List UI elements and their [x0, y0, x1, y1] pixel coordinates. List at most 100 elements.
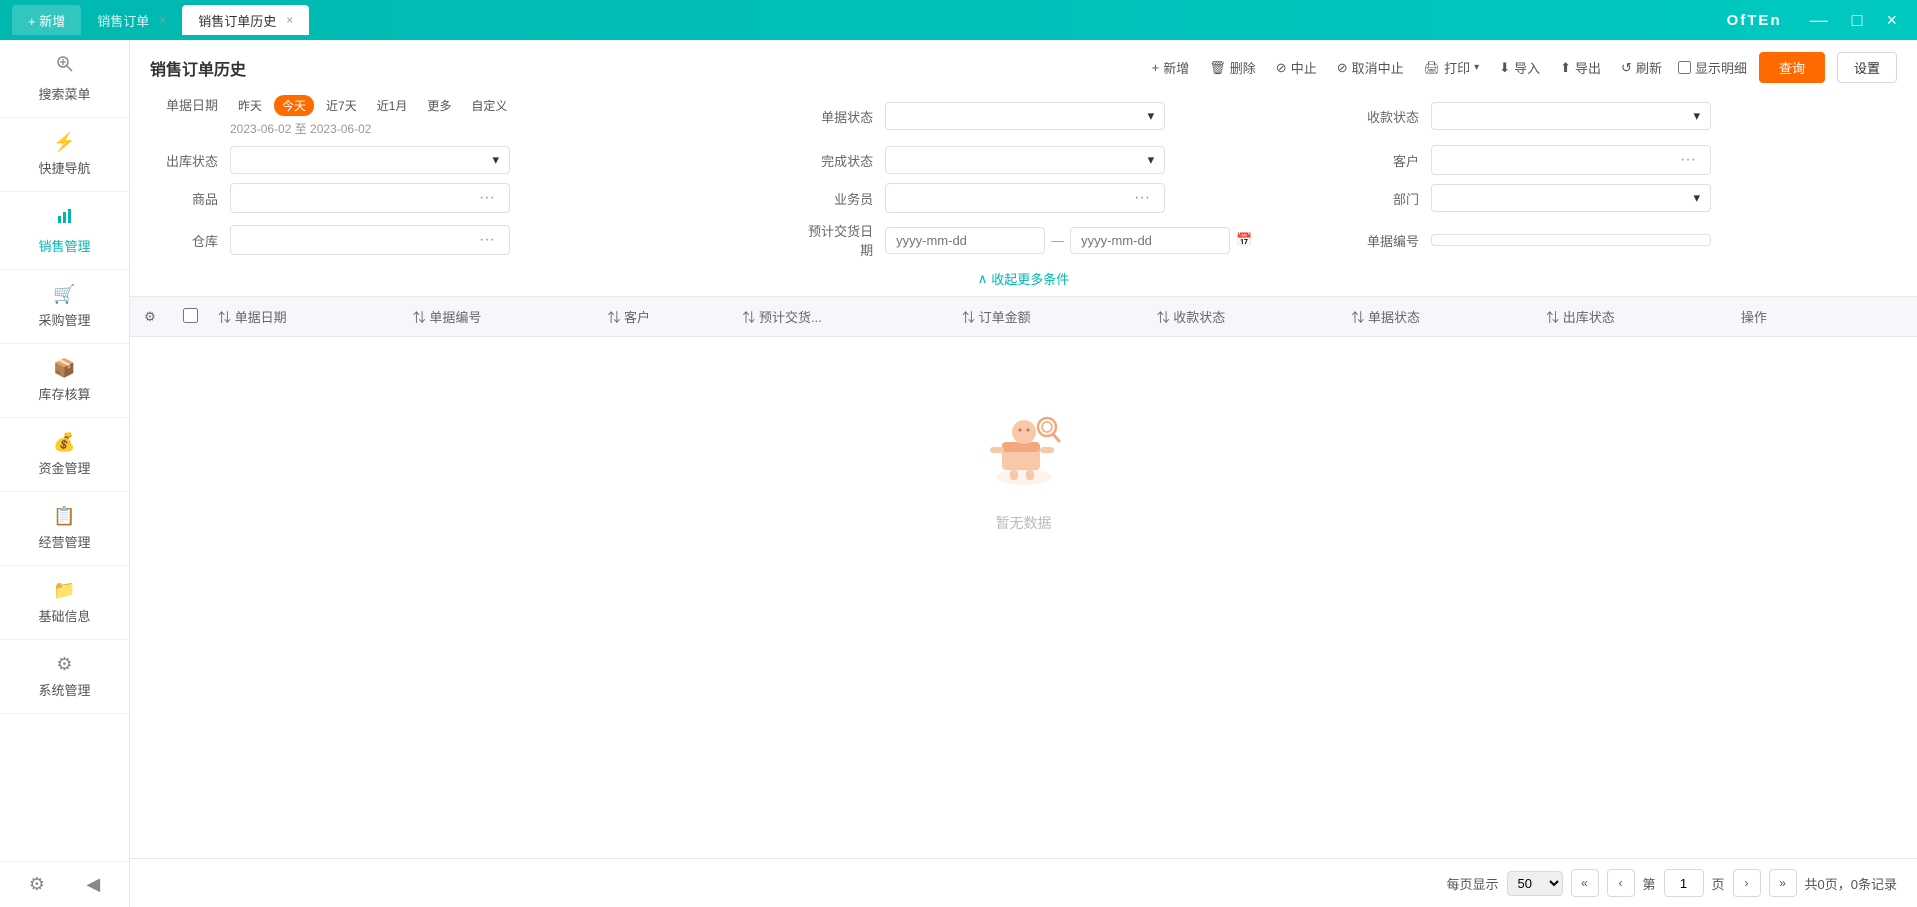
table-settings-icon[interactable]: ⚙ [144, 309, 156, 324]
refresh-btn[interactable]: ↺ 刷新 [1617, 58, 1666, 77]
th-date[interactable]: ⇅ 单据日期 [210, 297, 405, 337]
sidebar-item-fund-mgmt[interactable]: 💰 资金管理 [0, 418, 129, 492]
sidebar-item-basic-info[interactable]: 📁 基础信息 [0, 566, 129, 640]
tab-sales-order-close[interactable]: × [159, 13, 166, 27]
delete-btn[interactable]: 🗑 删除 [1205, 58, 1260, 77]
date-more-btn[interactable]: 更多 [419, 95, 459, 116]
delete-icon: 🗑 [1209, 60, 1226, 76]
display-toggle-label: 显示明细 [1695, 58, 1747, 77]
warehouse-more-btn[interactable]: ··· [475, 231, 499, 249]
th-customer-label: ⇅ 客户 [607, 310, 650, 325]
th-bill-no[interactable]: ⇅ 单据编号 [405, 297, 600, 337]
tab-sales-order-history-close[interactable]: × [286, 13, 293, 27]
window-minimize-btn[interactable]: — [1802, 10, 1836, 31]
page-first-btn[interactable]: « [1571, 869, 1599, 897]
date-7days-btn[interactable]: 近7天 [318, 95, 365, 116]
goods-select[interactable]: ··· [230, 183, 510, 213]
sidebar-item-inventory-calc[interactable]: 📦 库存核算 [0, 344, 129, 418]
filter-group-expected-date: 预计交货日期 — 📅 [805, 221, 1351, 259]
th-payment-status[interactable]: ⇅ 收款状态 [1149, 297, 1344, 337]
stop-btn[interactable]: ⊘ 中止 [1272, 58, 1321, 77]
refresh-label: 刷新 [1636, 58, 1662, 77]
sidebar-item-purchase-mgmt[interactable]: 🛒 采购管理 [0, 270, 129, 344]
sidebar-label-fund-mgmt: 资金管理 [38, 458, 90, 477]
sidebar-item-quick-nav[interactable]: ⚡ 快捷导航 [0, 118, 129, 192]
bill-number-input-wrap[interactable] [1431, 234, 1711, 246]
query-btn[interactable]: 查询 [1759, 52, 1825, 83]
export-label: 导出 [1575, 58, 1601, 77]
date-custom-btn[interactable]: 自定义 [463, 95, 515, 116]
salesman-label: 业务员 [805, 189, 885, 208]
sidebar-label-basic-info: 基础信息 [38, 606, 90, 625]
salesman-select[interactable]: ··· [885, 183, 1165, 213]
tab-sales-order-history-label: 销售订单历史 [198, 11, 276, 30]
bill-number-label: 单据编号 [1351, 231, 1431, 250]
date-today-btn[interactable]: 今天 [274, 95, 314, 116]
import-btn[interactable]: ⬇ 导入 [1495, 58, 1544, 77]
select-all-checkbox[interactable] [183, 308, 198, 323]
th-expected-date-label: ⇅ 预计交货... [742, 310, 821, 325]
settings-btn[interactable]: 设置 [1837, 52, 1897, 83]
fund-mgmt-icon: 💰 [53, 432, 75, 453]
th-action: 操作 [1733, 297, 1917, 337]
filter-row-2: 出库状态 ▾ 完成状态 ▾ 客户 [150, 145, 1897, 175]
sidebar-settings-icon[interactable]: ⚙ [29, 874, 45, 895]
add-btn[interactable]: + 新增 [1148, 58, 1194, 77]
cancel-stop-icon: ⊘ [1337, 60, 1348, 76]
cancel-stop-btn[interactable]: ⊘ 取消中止 [1333, 58, 1408, 77]
filter-group-bill-status: 单据状态 ▾ [805, 102, 1351, 130]
customer-more-btn[interactable]: ··· [1676, 151, 1700, 169]
th-order-amount[interactable]: ⇅ 订单金额 [954, 297, 1149, 337]
warehouse-select[interactable]: ··· [230, 225, 510, 255]
warehouse-label: 仓库 [150, 231, 230, 250]
date-yesterday-btn[interactable]: 昨天 [230, 95, 270, 116]
department-select[interactable]: ▾ [1431, 184, 1711, 212]
stop-icon: ⊘ [1276, 60, 1287, 76]
sidebar-label-sales-mgmt: 销售管理 [38, 236, 90, 255]
salesman-more-btn[interactable]: ··· [1130, 189, 1154, 207]
sidebar-item-sys-mgmt[interactable]: ⚙ 系统管理 [0, 640, 129, 714]
page-size-select[interactable]: 50 10 20 100 [1507, 871, 1563, 896]
filter-row-1: 单据日期 昨天 今天 近7天 近1月 更多 自定义 2023-06-02 至 2… [150, 95, 1897, 137]
page-next-btn[interactable]: › [1733, 869, 1761, 897]
topbar: + 新增 销售订单 × 销售订单历史 × OfTEn — □ × [0, 0, 1917, 40]
window-restore-btn[interactable]: □ [1844, 10, 1871, 31]
sidebar-item-ops-mgmt[interactable]: 📋 经营管理 [0, 492, 129, 566]
print-label: 打印 [1444, 58, 1470, 77]
calendar-icon-right[interactable]: 📅 [1236, 232, 1252, 248]
expected-date-to-input[interactable] [1070, 227, 1230, 254]
sidebar-item-search-menu[interactable]: 搜索菜单 [0, 40, 129, 118]
sidebar-collapse-icon[interactable]: ◀ [86, 874, 100, 895]
export-btn[interactable]: ⬆ 导出 [1556, 58, 1605, 77]
th-customer[interactable]: ⇅ 客户 [599, 297, 734, 337]
date-1month-btn[interactable]: 近1月 [369, 95, 416, 116]
page-last-btn[interactable]: » [1769, 869, 1797, 897]
page-number-input[interactable] [1664, 869, 1704, 897]
th-settings[interactable]: ⚙ [130, 297, 170, 337]
collapse-row[interactable]: ∧ 收起更多条件 [150, 265, 1897, 296]
th-outstock-status[interactable]: ⇅ 出库状态 [1538, 297, 1733, 337]
window-close-btn[interactable]: × [1878, 10, 1905, 31]
tab-sales-order-history[interactable]: 销售订单历史 × [182, 5, 309, 35]
outstock-status-select[interactable]: ▾ [230, 146, 510, 174]
th-outstock-status-label: ⇅ 出库状态 [1546, 310, 1615, 325]
refresh-icon: ↺ [1621, 60, 1632, 76]
tab-list: + 新增 销售订单 × 销售订单历史 × [12, 5, 1727, 35]
display-toggle-checkbox[interactable] [1678, 61, 1691, 74]
bill-status-select[interactable]: ▾ [885, 102, 1165, 130]
page-prev-btn[interactable]: ‹ [1607, 869, 1635, 897]
th-bill-status[interactable]: ⇅ 单据状态 [1343, 297, 1538, 337]
complete-status-select[interactable]: ▾ [885, 146, 1165, 174]
sidebar-item-sales-mgmt[interactable]: 销售管理 [0, 192, 129, 270]
print-btn[interactable]: 🖨 打印 ▾ [1420, 58, 1484, 77]
goods-more-btn[interactable]: ··· [475, 189, 499, 207]
display-toggle-btn[interactable]: 显示明细 [1678, 58, 1747, 77]
print-dropdown-icon: ▾ [1474, 62, 1479, 73]
customer-select[interactable]: ··· [1431, 145, 1711, 175]
tab-home[interactable]: + 新增 [12, 5, 81, 35]
tab-sales-order[interactable]: 销售订单 × [81, 5, 182, 35]
expected-date-from-input[interactable] [885, 227, 1045, 254]
payment-status-select[interactable]: ▾ [1431, 102, 1711, 130]
th-expected-date[interactable]: ⇅ 预计交货... [734, 297, 954, 337]
page-size-label: 每页显示 [1446, 874, 1498, 893]
